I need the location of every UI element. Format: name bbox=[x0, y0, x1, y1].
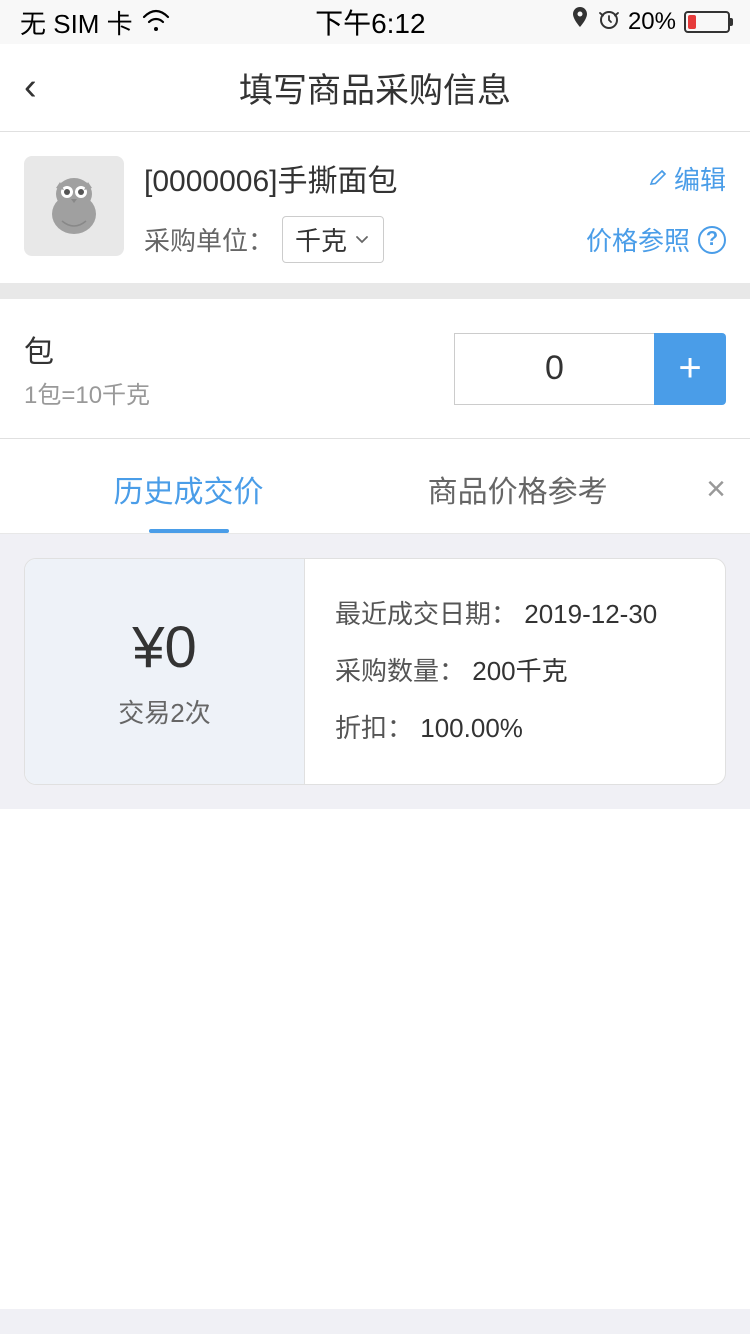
status-bar: 无 SIM 卡 下午6:12 20% bbox=[0, 0, 750, 44]
price-trade-count: 交易2次 bbox=[118, 693, 210, 730]
price-detail-label-3: 折扣： bbox=[335, 713, 413, 743]
price-detail-row-1: 最近成交日期： 2019-12-30 bbox=[335, 595, 695, 634]
price-ref-button[interactable]: 价格参照 ? bbox=[586, 221, 726, 258]
nav-bar: ‹ 填写商品采购信息 bbox=[0, 44, 750, 132]
price-card: ¥0 交易2次 最近成交日期： 2019-12-30 采购数量： 200千克 折… bbox=[24, 558, 726, 785]
quantity-section: 包 1包=10千克 + bbox=[0, 299, 750, 438]
product-info: [0000006]手撕面包 编辑 采购单位： 千克 bbox=[144, 156, 726, 263]
price-ref-label: 价格参照 bbox=[586, 221, 690, 258]
price-detail-label-2: 采购数量： bbox=[335, 656, 465, 686]
no-sim-text: 无 SIM 卡 bbox=[20, 4, 133, 41]
quantity-plus-button[interactable]: + bbox=[654, 333, 726, 405]
edit-button[interactable]: 编辑 bbox=[648, 160, 726, 197]
product-name: [0000006]手撕面包 bbox=[144, 156, 397, 200]
currency-symbol: ¥ bbox=[132, 615, 164, 680]
price-detail-value-2: 200千克 bbox=[472, 656, 567, 686]
edit-icon bbox=[648, 167, 670, 189]
page-title: 填写商品采购信息 bbox=[239, 63, 511, 112]
unit-row: 采购单位： 千克 价格参照 ? bbox=[144, 216, 726, 263]
price-detail-value-3: 100.00% bbox=[420, 713, 523, 743]
purchase-unit-label: 采购单位： bbox=[144, 221, 274, 258]
status-left: 无 SIM 卡 bbox=[20, 4, 171, 41]
unit-select-button[interactable]: 千克 bbox=[282, 216, 384, 263]
product-name-row: [0000006]手撕面包 编辑 bbox=[144, 156, 726, 200]
product-header: [0000006]手撕面包 编辑 采购单位： 千克 bbox=[24, 156, 726, 283]
alarm-icon bbox=[598, 8, 620, 37]
price-detail-row-3: 折扣： 100.00% bbox=[335, 709, 695, 748]
wifi-icon bbox=[141, 7, 171, 38]
quantity-input[interactable] bbox=[454, 333, 654, 405]
quantity-unit-name: 包 bbox=[24, 327, 150, 371]
price-detail-row-2: 采购数量： 200千克 bbox=[335, 652, 695, 691]
price-card-right: 最近成交日期： 2019-12-30 采购数量： 200千克 折扣： 100.0… bbox=[305, 559, 725, 784]
chevron-down-icon bbox=[353, 231, 371, 249]
price-card-left: ¥0 交易2次 bbox=[25, 559, 305, 784]
tab-product-price-ref[interactable]: 商品价格参考 bbox=[353, 439, 682, 533]
quantity-unit: 包 1包=10千克 bbox=[24, 327, 150, 410]
unit-value: 千克 bbox=[295, 221, 347, 258]
quantity-input-group: + bbox=[454, 333, 726, 405]
price-detail-label-1: 最近成交日期： bbox=[335, 599, 517, 629]
back-button[interactable]: ‹ bbox=[24, 66, 37, 109]
product-logo-icon bbox=[34, 166, 114, 246]
status-time: 下午6:12 bbox=[315, 2, 426, 42]
price-detail-value-1: 2019-12-30 bbox=[524, 599, 657, 629]
battery-icon bbox=[684, 11, 730, 33]
tabs-section: 历史成交价 商品价格参考 × ¥0 交易2次 最近成交日期： 2019-12-3… bbox=[0, 438, 750, 809]
battery-percent: 20% bbox=[628, 8, 676, 36]
tab-close-button[interactable]: × bbox=[682, 442, 726, 531]
tabs-header: 历史成交价 商品价格参考 × bbox=[0, 439, 750, 534]
bottom-space bbox=[0, 809, 750, 1309]
tab-history-price[interactable]: 历史成交价 bbox=[24, 439, 353, 533]
price-value: 0 bbox=[165, 615, 197, 680]
price-amount: ¥0 bbox=[132, 614, 197, 681]
help-icon: ? bbox=[698, 226, 726, 254]
status-right: 20% bbox=[570, 7, 730, 38]
location-icon bbox=[570, 7, 590, 38]
section-divider bbox=[0, 283, 750, 299]
product-section: [0000006]手撕面包 编辑 采购单位： 千克 bbox=[0, 132, 750, 283]
product-image bbox=[24, 156, 124, 256]
price-card-container: ¥0 交易2次 最近成交日期： 2019-12-30 采购数量： 200千克 折… bbox=[0, 534, 750, 809]
quantity-unit-conversion: 1包=10千克 bbox=[24, 375, 150, 410]
